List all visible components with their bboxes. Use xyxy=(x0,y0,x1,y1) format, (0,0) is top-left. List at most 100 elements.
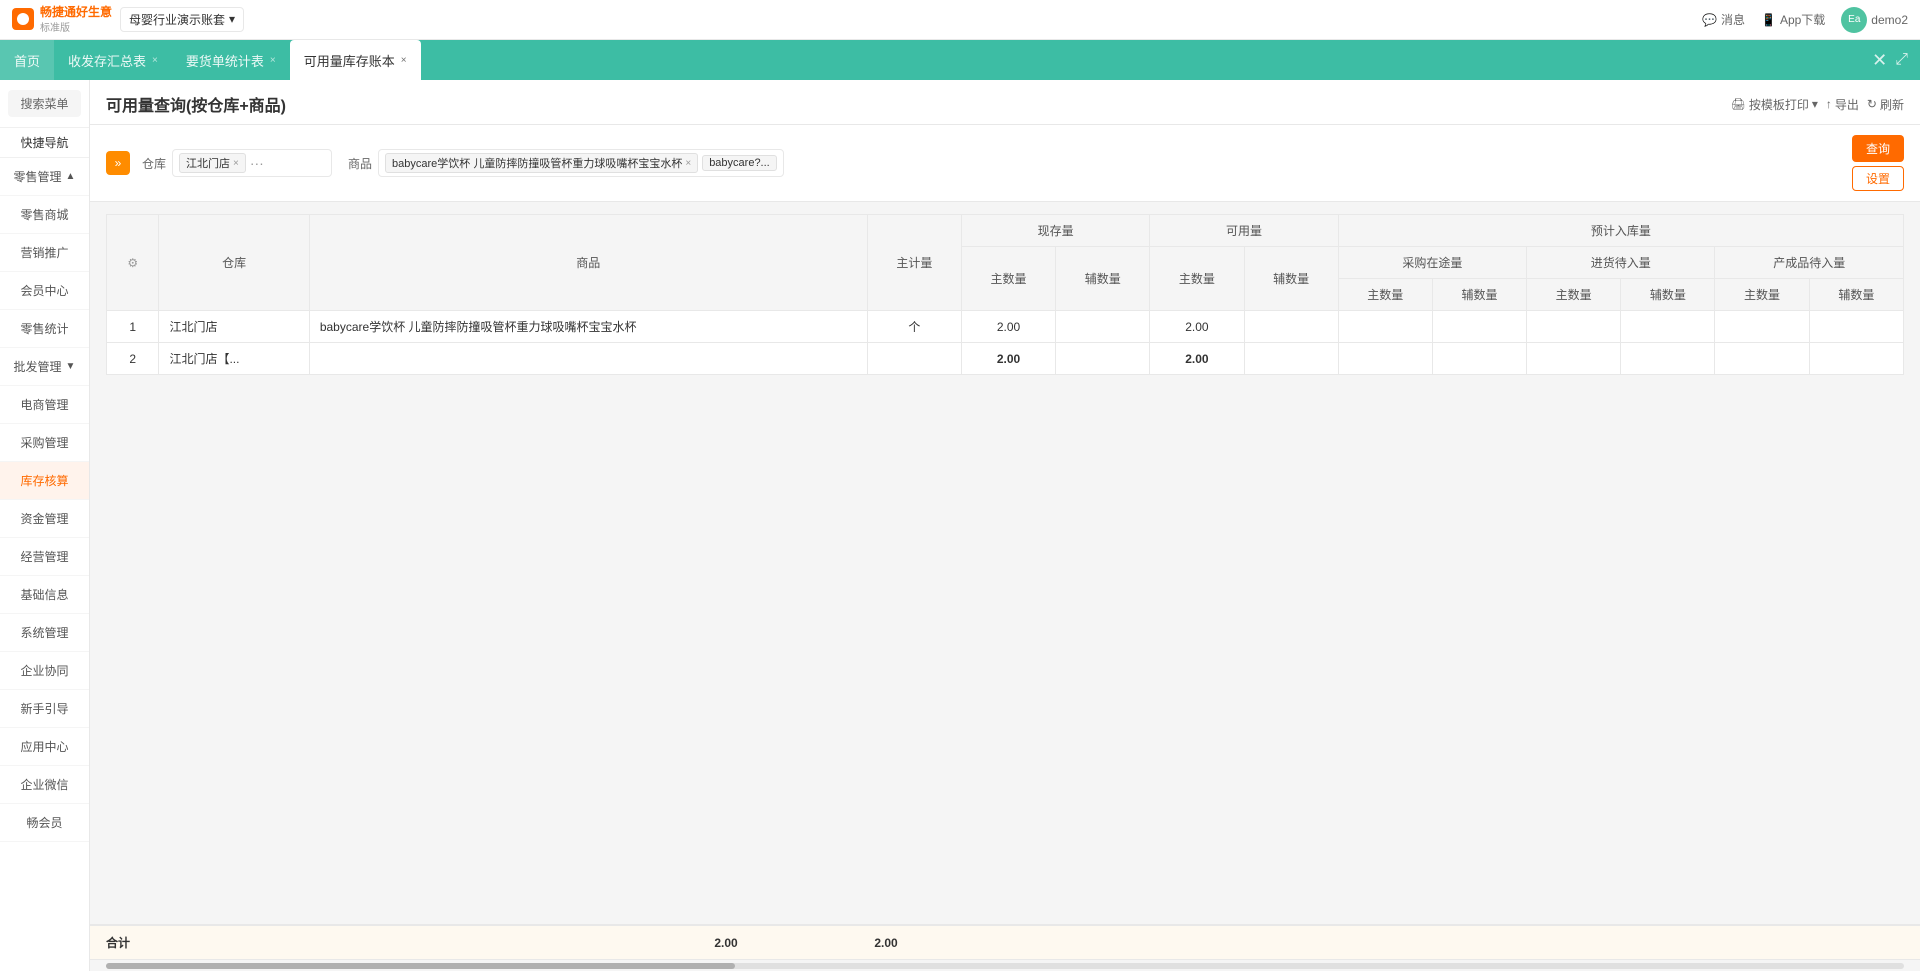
table-row: 1 江北门店 babycare学饮杯 儿童防摔防撞吸管杯重力球吸嘴杯宝宝水杯 个… xyxy=(107,311,1904,343)
footer-avail-main: 2.00 xyxy=(846,936,926,950)
td-pp-aux-2 xyxy=(1621,343,1715,375)
warehouse-ellipsis[interactable]: ··· xyxy=(250,155,264,171)
top-bar-right: 💬 消息 📱 App下载 Ea demo2 xyxy=(1702,7,1908,33)
footer-values: 2.00 2.00 xyxy=(686,936,1904,950)
tab-home-label: 首页 xyxy=(14,51,40,70)
th-gear[interactable]: ⚙ xyxy=(107,215,159,311)
gear-icon[interactable]: ⚙ xyxy=(127,256,138,270)
th-pp-main: 主数量 xyxy=(1527,279,1621,311)
sidebar-item-retail-mall[interactable]: 零售商城 xyxy=(0,196,89,234)
sidebar-item-inventory-label: 库存核算 xyxy=(20,472,68,489)
sidebar-item-app-center[interactable]: 应用中心 xyxy=(0,728,89,766)
td-num-2: 2 xyxy=(107,343,159,375)
sidebar-item-vip[interactable]: 畅会员 xyxy=(0,804,89,842)
message-icon: 💬 xyxy=(1702,13,1717,27)
th-purchase-pending: 进货待入量 xyxy=(1527,247,1715,279)
sidebar-item-enterprise-collab[interactable]: 企业协同 xyxy=(0,652,89,690)
sidebar-item-ops-mgmt[interactable]: 经营管理 xyxy=(0,538,89,576)
sidebar-item-purchase-mgmt[interactable]: 采购管理 xyxy=(0,424,89,462)
td-pp-aux-1 xyxy=(1621,311,1715,343)
footer-current-aux xyxy=(766,936,846,950)
warehouse-tags[interactable]: 江北门店 × ··· xyxy=(172,149,332,177)
th-warehouse: 仓库 xyxy=(159,215,309,311)
td-pt-main-1 xyxy=(1338,311,1432,343)
td-avail-main-1: 2.00 xyxy=(1150,311,1244,343)
tab-order-summary[interactable]: 要货单统计表 × xyxy=(172,40,290,80)
sidebar-item-member-center[interactable]: 会员中心 xyxy=(0,272,89,310)
tab-receive-close[interactable]: × xyxy=(152,55,158,66)
td-pt-aux-2 xyxy=(1432,343,1526,375)
filter-toggle-btn[interactable]: » xyxy=(106,151,130,175)
scrollbar-track xyxy=(106,963,1904,969)
message-btn[interactable]: 💬 消息 xyxy=(1702,11,1745,28)
query-btn[interactable]: 查询 xyxy=(1852,135,1904,162)
th-current-stock: 现存量 xyxy=(961,215,1149,247)
sidebar-item-finance-mgmt[interactable]: 资金管理 xyxy=(0,500,89,538)
brand-icon xyxy=(12,8,34,30)
refresh-icon: ↻ xyxy=(1867,97,1877,111)
export-icon: ↑ xyxy=(1826,97,1832,111)
sidebar-item-retail-mgmt[interactable]: 零售管理 ▲ xyxy=(0,158,89,196)
th-purchase-transit: 采购在途量 xyxy=(1338,247,1526,279)
user-profile[interactable]: Ea demo2 xyxy=(1841,7,1908,33)
th-pt-main: 主数量 xyxy=(1338,279,1432,311)
footer-pt-main xyxy=(1006,936,1086,950)
export-btn[interactable]: ↑ 导出 xyxy=(1826,96,1859,113)
warehouse-tag-close[interactable]: × xyxy=(233,158,239,169)
search-menu-btn[interactable]: 搜索菜单 xyxy=(8,90,81,117)
sidebar-search-area: 搜索菜单 xyxy=(0,80,89,128)
app-download-btn[interactable]: 📱 App下载 xyxy=(1761,11,1825,28)
warehouse-label: 仓库 xyxy=(142,155,166,172)
sidebar-item-enterprise-label: 企业协同 xyxy=(20,662,68,679)
table-area: ⚙ 仓库 商品 主计量 现存量 可用量 预计入库量 主数量 辅数量 主数量 辅数… xyxy=(90,202,1920,924)
user-name: demo2 xyxy=(1871,13,1908,27)
sidebar-item-retail-mall-label: 零售商城 xyxy=(20,206,68,223)
nav-tabs: 首页 收发存汇总表 × 要货单统计表 × 可用量库存账本 × ✕ ⤢ xyxy=(0,40,1920,80)
product-tag-1: babycare学饮杯 儿童防摔防撞吸管杯重力球吸嘴杯宝宝水杯 × xyxy=(385,153,698,173)
td-prod-main-1 xyxy=(1715,311,1809,343)
sidebar-item-system-mgmt[interactable]: 系统管理 xyxy=(0,614,89,652)
td-pt-main-2 xyxy=(1338,343,1432,375)
sidebar-item-enterprise-wechat[interactable]: 企业微信 xyxy=(0,766,89,804)
footer-prod-main xyxy=(1326,936,1406,950)
product-tag-1-close[interactable]: × xyxy=(685,158,691,169)
footer-prod-aux xyxy=(1406,936,1486,950)
sidebar-item-guide-label: 新手引导 xyxy=(20,700,68,717)
product-tags[interactable]: babycare学饮杯 儿童防摔防撞吸管杯重力球吸嘴杯宝宝水杯 × babyca… xyxy=(378,149,784,177)
tab-order-close[interactable]: × xyxy=(270,55,276,66)
refresh-label: 刷新 xyxy=(1880,96,1904,113)
sidebar-item-wholesale-mgmt[interactable]: 批发管理 ▼ xyxy=(0,348,89,386)
bottom-scrollbar[interactable] xyxy=(90,959,1920,971)
window-close-icon[interactable]: ✕ xyxy=(1872,50,1887,71)
sidebar-item-retail-stats[interactable]: 零售统计 xyxy=(0,310,89,348)
sidebar-item-ecommerce[interactable]: 电商管理 xyxy=(0,386,89,424)
td-product-1: babycare学饮杯 儿童防摔防撞吸管杯重力球吸嘴杯宝宝水杯 xyxy=(309,311,867,343)
td-prod-aux-1 xyxy=(1809,311,1903,343)
tab-home[interactable]: 首页 xyxy=(0,40,54,80)
print-btn[interactable]: 🖨 按模板打印 ▾ xyxy=(1731,96,1818,113)
settings-btn[interactable]: 设置 xyxy=(1852,166,1904,191)
window-expand-icon[interactable]: ⤢ xyxy=(1895,51,1908,69)
sidebar-item-wechat-label: 企业微信 xyxy=(20,776,68,793)
sidebar-item-vip-label: 畅会员 xyxy=(26,814,62,831)
industry-select[interactable]: 母婴行业演示账套 ▾ xyxy=(120,7,244,32)
industry-label: 母婴行业演示账套 xyxy=(129,11,225,28)
td-pp-main-1 xyxy=(1527,311,1621,343)
sidebar-item-marketing[interactable]: 营销推广 xyxy=(0,234,89,272)
app-icon: 📱 xyxy=(1761,13,1776,27)
sidebar-item-basic-info[interactable]: 基础信息 xyxy=(0,576,89,614)
brand-name: 畅捷通好生意 xyxy=(40,5,112,19)
sidebar-item-inventory-check[interactable]: 库存核算 xyxy=(0,462,89,500)
sidebar-item-finance-label: 资金管理 xyxy=(20,510,68,527)
tab-receive-summary[interactable]: 收发存汇总表 × xyxy=(54,40,172,80)
sidebar-item-ecommerce-label: 电商管理 xyxy=(20,396,68,413)
refresh-btn[interactable]: ↻ 刷新 xyxy=(1867,96,1904,113)
tab-available-close[interactable]: × xyxy=(401,55,407,66)
sidebar-item-quick-nav[interactable]: 快捷导航 xyxy=(0,128,89,158)
td-warehouse-2: 江北门店【... xyxy=(159,343,309,375)
th-pp-aux: 辅数量 xyxy=(1621,279,1715,311)
sidebar-item-new-guide[interactable]: 新手引导 xyxy=(0,690,89,728)
tab-available-stock[interactable]: 可用量库存账本 × xyxy=(290,40,421,80)
td-pt-aux-1 xyxy=(1432,311,1526,343)
product-tag-2-text: babycare?... xyxy=(709,157,770,169)
